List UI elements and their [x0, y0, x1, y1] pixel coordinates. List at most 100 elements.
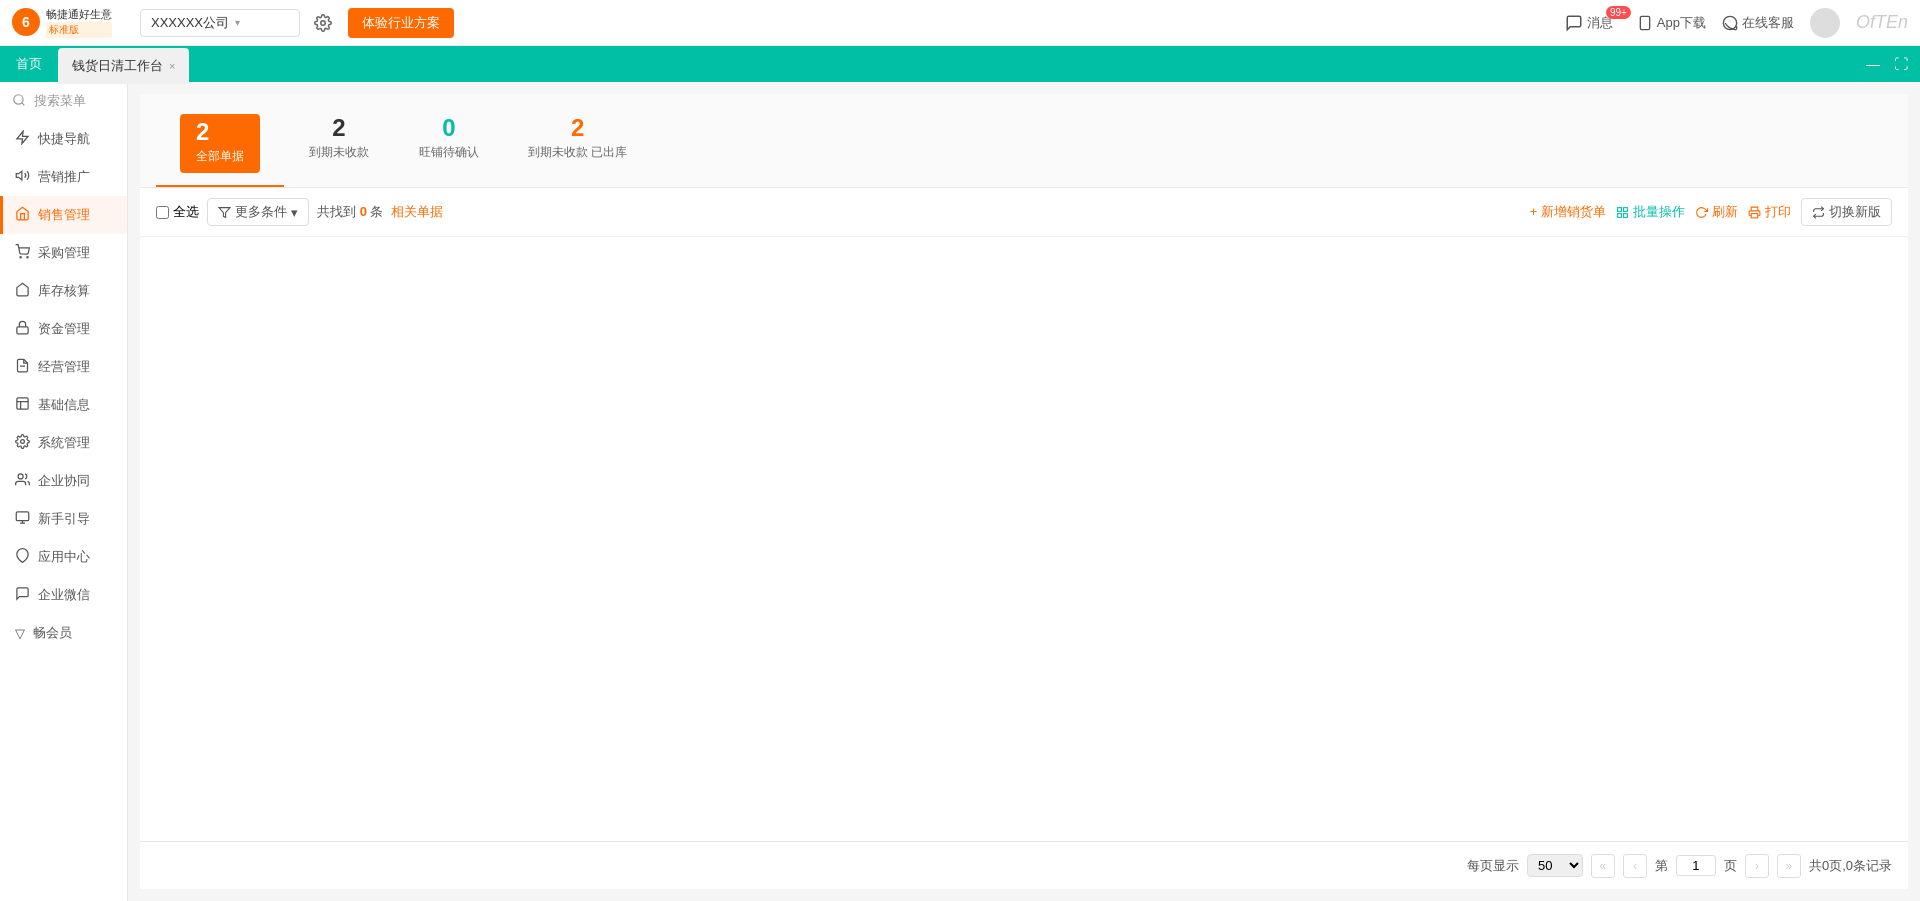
- sidebar-item-label: 企业协同: [38, 472, 90, 490]
- sidebar-item-label: 资金管理: [38, 320, 90, 338]
- capital-icon: [15, 320, 30, 338]
- svg-point-15: [21, 440, 25, 444]
- sidebar-item-label: 新手引导: [38, 510, 90, 528]
- sidebar-item-label: 营销推广: [38, 168, 90, 186]
- sidebar-item-label: 库存核算: [38, 282, 90, 300]
- app-download-label: App下载: [1657, 14, 1706, 32]
- marketing-icon: [15, 168, 30, 186]
- sidebar-item-app-center[interactable]: 应用中心: [0, 538, 127, 576]
- company-selector[interactable]: XXXXXX公司 ▾: [140, 9, 300, 37]
- maximize-btn[interactable]: ⛶: [1890, 54, 1912, 74]
- stat-tab-all[interactable]: 2 全部单据: [156, 106, 284, 187]
- toolbar-right: + 新增销货单 批量操作 刷新: [1530, 198, 1892, 226]
- close-tab-icon[interactable]: ×: [169, 60, 175, 72]
- sidebar-item-sales[interactable]: 销售管理: [0, 196, 127, 234]
- stat-count-all: 2: [196, 118, 244, 146]
- app-download-action[interactable]: App下载: [1637, 14, 1706, 32]
- sidebar-item-operations[interactable]: 经营管理: [0, 348, 127, 386]
- svg-marker-6: [17, 131, 28, 144]
- print-label: 打印: [1765, 203, 1791, 221]
- basic-info-icon: [15, 396, 30, 414]
- sidebar-item-capital[interactable]: 资金管理: [0, 310, 127, 348]
- refresh-label: 刷新: [1712, 203, 1738, 221]
- sidebar-item-guide[interactable]: 新手引导: [0, 500, 127, 538]
- toolbar: 全选 更多条件 ▾ 共找到 0 条 相关单据: [140, 188, 1908, 237]
- filter-btn[interactable]: 更多条件 ▾: [207, 198, 309, 226]
- header-right: 消息 99+ App下载 在线客服 OfTEn: [1557, 8, 1908, 38]
- tab-home[interactable]: 首页: [0, 46, 58, 82]
- select-all-input[interactable]: [156, 206, 169, 219]
- next-page-btn[interactable]: ›: [1745, 854, 1769, 878]
- logo-line1: 畅捷通好生意: [46, 7, 112, 21]
- sidebar-item-inventory[interactable]: 库存核算: [0, 272, 127, 310]
- current-page-input[interactable]: [1676, 855, 1716, 876]
- found-text: 共找到 0 条: [317, 203, 383, 221]
- svg-rect-1: [1640, 16, 1649, 29]
- svg-point-16: [18, 474, 23, 479]
- logo-icon: 6: [12, 8, 40, 36]
- online-service-label: 在线客服: [1742, 14, 1794, 32]
- search-icon: [12, 93, 26, 110]
- sales-icon: [15, 206, 30, 224]
- svg-point-0: [321, 20, 326, 25]
- minimize-btn[interactable]: —: [1862, 54, 1884, 74]
- sidebar-item-system[interactable]: 系统管理: [0, 424, 127, 462]
- related-label[interactable]: 相关单据: [391, 203, 443, 221]
- refresh-action[interactable]: 刷新: [1695, 203, 1738, 221]
- sidebar-item-label: 基础信息: [38, 396, 90, 414]
- sidebar-item-basic-info[interactable]: 基础信息: [0, 386, 127, 424]
- content-area: 2 全部单据 2 到期未收款 0 旺铺待确认 2 到期未收款 已出库: [128, 82, 1920, 901]
- chevron-down-icon: ▾: [235, 17, 240, 28]
- stat-tab-overdue-unshipped[interactable]: 2 到期未收款 已出库: [504, 106, 651, 187]
- pagination-bar: 每页显示 50 100 200 « ‹ 第 页 › » 共0页,0条记录: [140, 841, 1908, 889]
- svg-point-4: [14, 94, 23, 103]
- main-layout: 搜索菜单 快捷导航 营销推广 销售管理: [0, 82, 1920, 901]
- switch-label: 切换新版: [1829, 203, 1881, 221]
- svg-marker-20: [219, 207, 230, 217]
- page-summary: 共0页,0条记录: [1809, 857, 1892, 875]
- add-btn[interactable]: + 新增销货单: [1530, 203, 1606, 221]
- message-action[interactable]: 消息 99+: [1557, 14, 1621, 32]
- last-page-btn[interactable]: »: [1777, 854, 1801, 878]
- wechat-icon: [15, 586, 30, 604]
- sidebar-item-label: 采购管理: [38, 244, 90, 262]
- sidebar-item-label: 畅会员: [33, 624, 72, 642]
- per-page-select[interactable]: 50 100 200: [1527, 854, 1583, 877]
- sidebar-item-label: 应用中心: [38, 548, 90, 566]
- svg-marker-7: [16, 171, 22, 180]
- prev-page-btn[interactable]: ‹: [1623, 854, 1647, 878]
- username-text: OfTEn: [1856, 12, 1908, 33]
- logo-area: 6 畅捷通好生意 标准版: [12, 7, 140, 37]
- sidebar-item-marketing[interactable]: 营销推广: [0, 158, 127, 196]
- message-badge: 99+: [1606, 6, 1631, 19]
- sidebar-item-member[interactable]: ▽ 畅会员: [0, 614, 127, 652]
- svg-point-8: [20, 257, 21, 258]
- svg-rect-23: [1624, 213, 1628, 217]
- batch-label: 批量操作: [1633, 203, 1685, 221]
- app-center-icon: [15, 548, 30, 566]
- member-icon: ▽: [15, 626, 25, 641]
- sidebar-item-quick-nav[interactable]: 快捷导航: [0, 120, 127, 158]
- experience-btn[interactable]: 体验行业方案: [348, 8, 454, 38]
- online-service-action[interactable]: 在线客服: [1722, 14, 1794, 32]
- tab-active[interactable]: 钱货日清工作台 ×: [58, 48, 189, 84]
- first-page-btn[interactable]: «: [1591, 854, 1615, 878]
- settings-icon[interactable]: [308, 8, 338, 38]
- company-name: XXXXXX公司: [151, 14, 229, 32]
- switch-btn[interactable]: 切换新版: [1801, 198, 1892, 226]
- avatar[interactable]: [1810, 8, 1840, 38]
- sidebar-item-wechat[interactable]: 企业微信: [0, 576, 127, 614]
- sidebar-item-enterprise[interactable]: 企业协同: [0, 462, 127, 500]
- stat-tab-wangpu[interactable]: 0 旺铺待确认: [394, 106, 504, 187]
- inventory-icon: [15, 282, 30, 300]
- system-icon: [15, 434, 30, 452]
- batch-action[interactable]: 批量操作: [1616, 203, 1685, 221]
- stat-count-overdue: 2: [332, 114, 345, 142]
- svg-rect-12: [17, 398, 28, 409]
- print-action[interactable]: 打印: [1748, 203, 1791, 221]
- search-menu[interactable]: 搜索菜单: [0, 82, 127, 120]
- select-all-checkbox[interactable]: 全选: [156, 203, 199, 221]
- stat-tab-overdue-unpaid[interactable]: 2 到期未收款: [284, 106, 394, 187]
- sidebar-item-purchase[interactable]: 采购管理: [0, 234, 127, 272]
- select-all-label: 全选: [173, 203, 199, 221]
